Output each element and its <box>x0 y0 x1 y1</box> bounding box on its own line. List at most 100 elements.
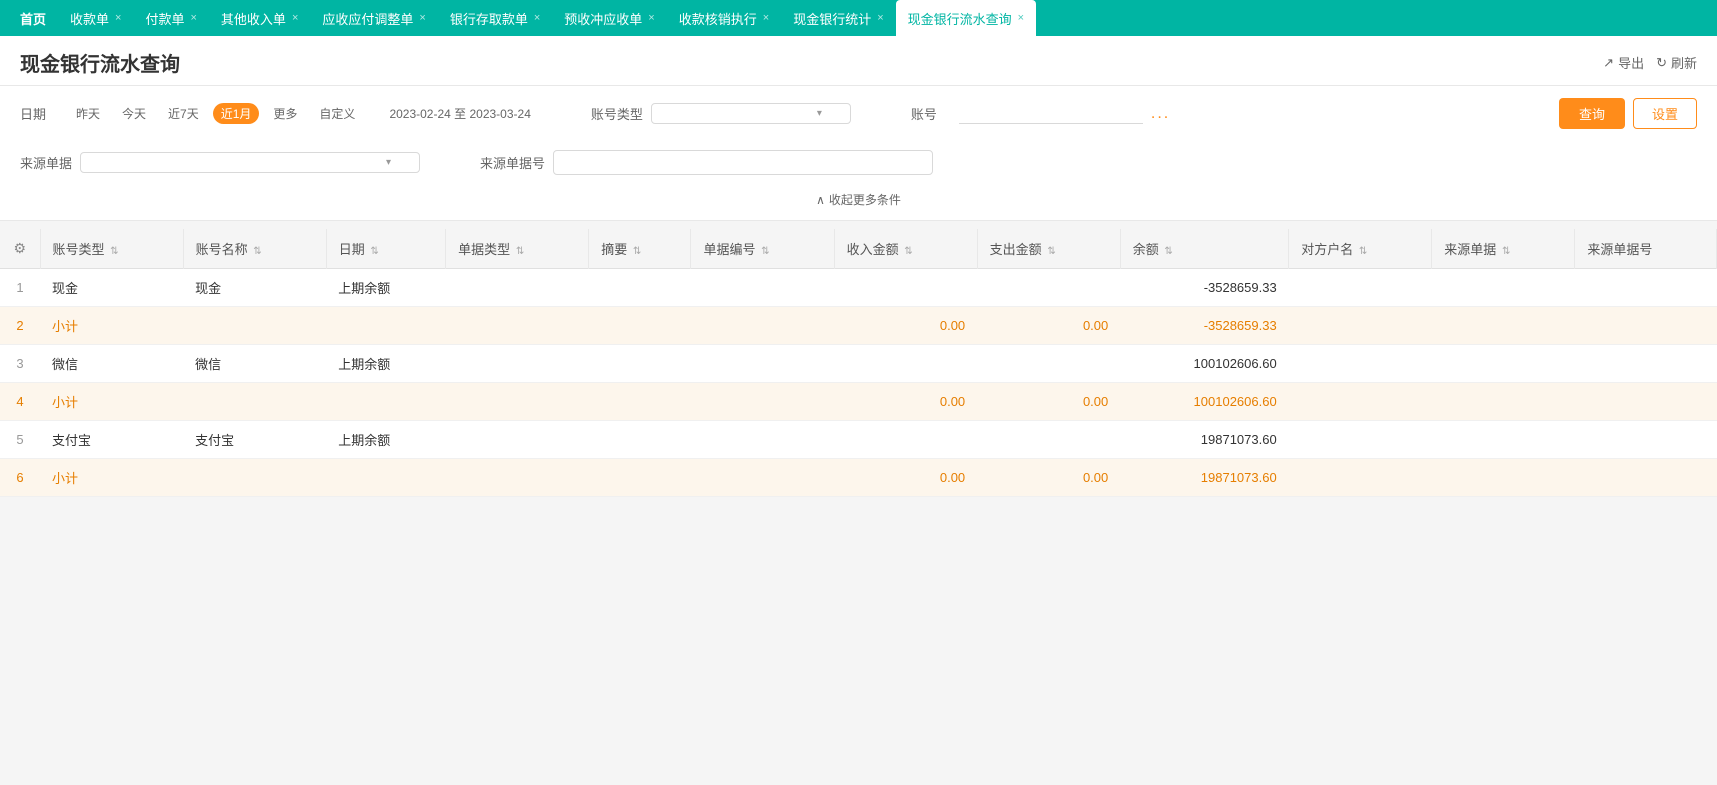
cell-seq: 5 <box>0 421 40 459</box>
close-icon[interactable]: × <box>292 12 298 24</box>
cell-expense <box>977 345 1120 383</box>
date-range-display: 2023-02-24 至 2023-03-24 <box>389 105 530 122</box>
table-row: 4小计0.000.00100102606.60 <box>0 383 1717 421</box>
col-counterpart[interactable]: 对方户名 ⇅ <box>1289 229 1432 269</box>
more-dots-button[interactable]: ... <box>1151 105 1170 123</box>
sort-icon: ⇅ <box>1502 246 1510 257</box>
nav-item-collection-exec[interactable]: 收款核销执行 × <box>667 0 781 36</box>
nav-item-bank-deposit[interactable]: 银行存取款单 × <box>438 0 552 36</box>
nav-item-payment[interactable]: 付款单 × <box>133 0 208 36</box>
source-doc-no-input[interactable] <box>553 150 933 175</box>
nav-item-cash-bank-flow[interactable]: 现金银行流水查询 × <box>896 0 1036 36</box>
cell-source_doc <box>1432 421 1575 459</box>
nav-item-ap-ar-adjust[interactable]: 应收应付调整单 × <box>310 0 437 36</box>
col-source-doc[interactable]: 来源单据 ⇅ <box>1432 229 1575 269</box>
cell-expense: 0.00 <box>977 459 1120 497</box>
col-date[interactable]: 日期 ⇅ <box>326 229 445 269</box>
cell-income: 0.00 <box>834 307 977 345</box>
close-icon[interactable]: × <box>115 12 121 24</box>
sort-icon: ⇅ <box>633 246 641 257</box>
cell-expense <box>977 269 1120 307</box>
col-summary[interactable]: 摘要 ⇅ <box>589 229 691 269</box>
cell-expense <box>977 421 1120 459</box>
cell-account_name <box>183 383 326 421</box>
top-nav: 首页 收款单 × 付款单 × 其他收入单 × 应收应付调整单 × 银行存取款单 … <box>0 0 1717 36</box>
cell-doc_no <box>691 345 834 383</box>
sort-icon: ⇅ <box>516 246 524 257</box>
cell-seq: 1 <box>0 269 40 307</box>
close-icon[interactable]: × <box>419 12 425 24</box>
date-btn-last1month[interactable]: 近1月 <box>213 103 260 124</box>
source-doc-label: 来源单据 <box>20 153 72 172</box>
account-type-select[interactable]: ▾ <box>651 103 851 124</box>
nav-item-home[interactable]: 首页 <box>8 0 58 36</box>
col-gear[interactable]: ⚙ <box>0 229 40 269</box>
cell-summary <box>589 345 691 383</box>
date-btn-yesterday[interactable]: 昨天 <box>68 103 108 124</box>
setting-button[interactable]: 设置 <box>1633 98 1697 129</box>
cell-account_type: 小计 <box>40 383 183 421</box>
cell-source_doc_no <box>1575 459 1717 497</box>
collapse-bar[interactable]: ∧ 收起更多条件 <box>20 185 1697 208</box>
page-header: 现金银行流水查询 ↗ 导出 ↻ 刷新 <box>0 36 1717 86</box>
cell-account_name: 现金 <box>183 269 326 307</box>
account-type-label: 账号类型 <box>591 104 643 123</box>
col-account-type[interactable]: 账号类型 ⇅ <box>40 229 183 269</box>
col-balance[interactable]: 余额 ⇅ <box>1120 229 1288 269</box>
cell-account_type: 现金 <box>40 269 183 307</box>
table-row: 2小计0.000.00-3528659.33 <box>0 307 1717 345</box>
query-button[interactable]: 查询 <box>1559 98 1625 129</box>
cell-source_doc_no <box>1575 421 1717 459</box>
cell-doc_type <box>446 383 589 421</box>
cell-doc_type <box>446 421 589 459</box>
cell-summary <box>589 269 691 307</box>
cell-balance: 19871073.60 <box>1120 421 1288 459</box>
close-icon[interactable]: × <box>877 12 883 24</box>
sort-icon: ⇅ <box>1164 246 1172 257</box>
date-btn-more[interactable]: 更多 <box>265 103 305 124</box>
cell-expense: 0.00 <box>977 383 1120 421</box>
cell-counterpart <box>1289 269 1432 307</box>
close-icon[interactable]: × <box>763 12 769 24</box>
close-icon[interactable]: × <box>534 12 540 24</box>
cell-date <box>326 459 445 497</box>
close-icon[interactable]: × <box>190 12 196 24</box>
col-source-doc-no[interactable]: 来源单据号 <box>1575 229 1717 269</box>
nav-item-receipt[interactable]: 收款单 × <box>58 0 133 36</box>
table-row: 1现金现金上期余额-3528659.33 <box>0 269 1717 307</box>
source-doc-select[interactable]: ▾ <box>80 152 420 173</box>
col-expense[interactable]: 支出金额 ⇅ <box>977 229 1120 269</box>
cell-income <box>834 421 977 459</box>
date-btn-last7days[interactable]: 近7天 <box>160 103 207 124</box>
account-input[interactable] <box>959 104 1143 124</box>
cell-counterpart <box>1289 459 1432 497</box>
cell-doc_no <box>691 421 834 459</box>
cell-doc_type <box>446 459 589 497</box>
collapse-icon: ∧ <box>816 193 825 207</box>
cell-balance: 100102606.60 <box>1120 345 1288 383</box>
date-filter-group: 日期 昨天 今天 近7天 近1月 更多 自定义 <box>20 103 363 124</box>
nav-item-cash-bank-stat[interactable]: 现金银行统计 × <box>781 0 895 36</box>
col-income[interactable]: 收入金额 ⇅ <box>834 229 977 269</box>
filter-row-1: 日期 昨天 今天 近7天 近1月 更多 自定义 2023-02-24 至 202… <box>20 98 1697 129</box>
export-button[interactable]: ↗ 导出 <box>1603 53 1644 72</box>
gear-icon[interactable]: ⚙ <box>13 240 26 256</box>
col-doc-type[interactable]: 单据类型 ⇅ <box>446 229 589 269</box>
close-icon[interactable]: × <box>1018 12 1024 24</box>
cell-counterpart <box>1289 307 1432 345</box>
refresh-button[interactable]: ↻ 刷新 <box>1656 53 1697 72</box>
close-icon[interactable]: × <box>648 12 654 24</box>
sort-icon: ⇅ <box>761 246 769 257</box>
cell-summary <box>589 383 691 421</box>
nav-item-pre-receipt[interactable]: 预收冲应收单 × <box>552 0 666 36</box>
source-doc-no-label: 来源单据号 <box>480 153 545 172</box>
date-shortcuts: 昨天 今天 近7天 近1月 更多 自定义 <box>68 103 363 124</box>
account-type-filter-group: 账号类型 ▾ <box>591 103 851 124</box>
col-account-name[interactable]: 账号名称 ⇅ <box>183 229 326 269</box>
date-btn-today[interactable]: 今天 <box>114 103 154 124</box>
cell-account_name <box>183 459 326 497</box>
nav-item-other-income[interactable]: 其他收入单 × <box>209 0 310 36</box>
col-doc-no[interactable]: 单据编号 ⇅ <box>691 229 834 269</box>
cell-source_doc_no <box>1575 345 1717 383</box>
date-btn-custom[interactable]: 自定义 <box>311 103 363 124</box>
